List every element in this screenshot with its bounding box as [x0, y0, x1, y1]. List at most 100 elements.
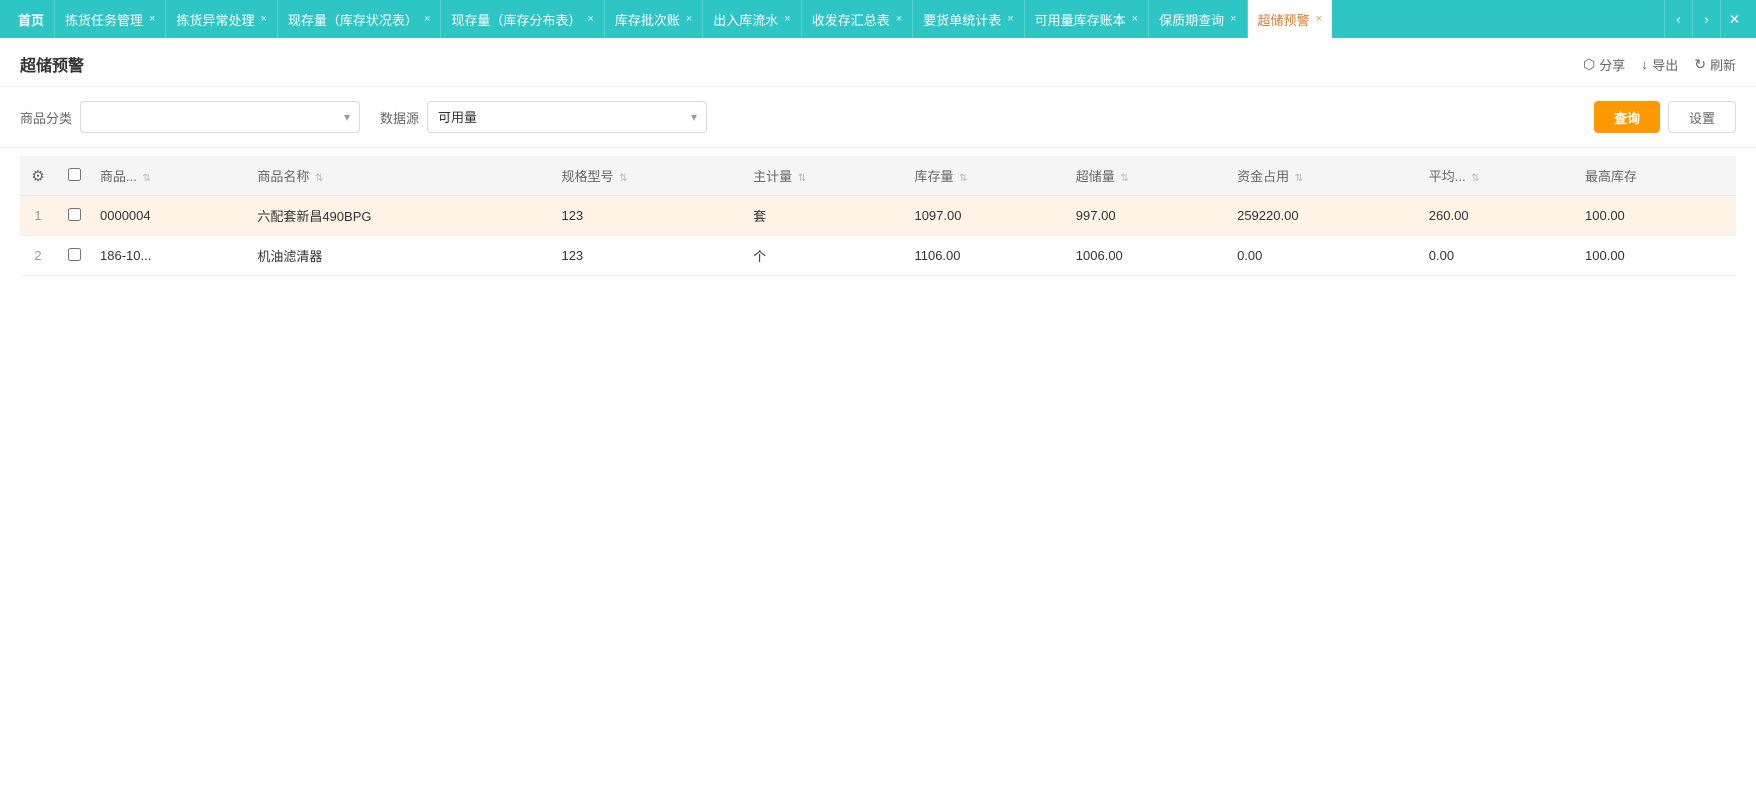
sort-unit-icon: ⇅: [798, 173, 806, 184]
tab-inventory-dist-label: 现存量（库存分布表）: [451, 10, 581, 29]
nav-next-button[interactable]: ›: [1692, 0, 1720, 38]
category-filter-group: 商品分类: [20, 101, 360, 133]
col-unit-label: 主计量: [753, 169, 792, 184]
row-checkbox-0[interactable]: [56, 196, 92, 236]
close-expiry-query[interactable]: ×: [1230, 13, 1236, 25]
category-select-wrapper: [80, 101, 360, 133]
tab-expiry-query[interactable]: 保质期查询 ×: [1149, 0, 1247, 38]
close-available-book[interactable]: ×: [1132, 13, 1138, 25]
share-button[interactable]: ⬡ 分享: [1583, 55, 1625, 74]
cell-spec-1: 123: [553, 236, 745, 276]
col-capital[interactable]: 资金占用 ⇅: [1229, 156, 1421, 196]
refresh-icon: ↻: [1694, 56, 1706, 73]
page-header: 超储预警 ⬡ 分享 ↓ 导出 ↻ 刷新: [0, 38, 1756, 87]
close-batch-account[interactable]: ×: [686, 13, 692, 25]
tab-available-book-label: 可用量库存账本: [1035, 10, 1126, 29]
data-table: ⚙ 商品... ⇅ 商品名称 ⇅ 规格型号 ⇅: [20, 156, 1736, 276]
refresh-button[interactable]: ↻ 刷新: [1694, 55, 1736, 74]
row-select-0[interactable]: [68, 208, 81, 221]
cell-average-1: 0.00: [1421, 236, 1577, 276]
cell-average-0: 260.00: [1421, 196, 1577, 236]
setting-button[interactable]: 设置: [1668, 101, 1736, 133]
sort-stock-icon: ⇅: [959, 173, 967, 184]
nav-close-button[interactable]: ✕: [1720, 0, 1748, 38]
col-product-name[interactable]: 商品名称 ⇅: [249, 156, 553, 196]
datasource-label: 数据源: [380, 108, 419, 127]
tab-home-label: 首页: [18, 10, 44, 29]
page-title: 超储预警: [20, 52, 84, 76]
col-spec-label: 规格型号: [561, 169, 613, 184]
tab-summary[interactable]: 收发存汇总表 ×: [802, 0, 913, 38]
cell-capital-1: 0.00: [1229, 236, 1421, 276]
cell-max-stock-1: 100.00: [1577, 236, 1736, 276]
col-average[interactable]: 平均... ⇅: [1421, 156, 1577, 196]
tab-summary-label: 收发存汇总表: [812, 10, 890, 29]
close-order-stat[interactable]: ×: [1007, 13, 1013, 25]
tab-inventory-status-label: 现存量（库存状况表）: [288, 10, 418, 29]
datasource-filter-group: 数据源 可用量 库存量: [380, 101, 707, 133]
close-inventory-dist[interactable]: ×: [587, 13, 593, 25]
filter-actions: 查询 设置: [1594, 101, 1736, 133]
sort-capital-icon: ⇅: [1295, 173, 1303, 184]
tab-batch-account[interactable]: 库存批次账 ×: [605, 0, 703, 38]
col-product-code-label: 商品...: [100, 169, 137, 184]
col-product-code[interactable]: 商品... ⇅: [92, 156, 249, 196]
tab-available-book[interactable]: 可用量库存账本 ×: [1025, 0, 1149, 38]
col-overstock[interactable]: 超储量 ⇅: [1068, 156, 1229, 196]
select-all-checkbox[interactable]: [68, 168, 81, 181]
sort-average-icon: ⇅: [1471, 173, 1479, 184]
col-stock[interactable]: 库存量 ⇅: [906, 156, 1067, 196]
export-icon: ↓: [1641, 56, 1648, 72]
tab-order-stat[interactable]: 要货单统计表 ×: [913, 0, 1024, 38]
sort-product-code-icon: ⇅: [142, 173, 150, 184]
col-max-stock[interactable]: 最高库存: [1577, 156, 1736, 196]
table-row: 2 186-10... 机油滤清器 123 个 1106.00 1006.00 …: [20, 236, 1736, 276]
row-checkbox-1[interactable]: [56, 236, 92, 276]
tab-inout-flow-label: 出入库流水: [713, 10, 778, 29]
table-row: 1 0000004 六配套新昌490BPG 123 套 1097.00 997.…: [20, 196, 1736, 236]
table-gear-icon[interactable]: ⚙: [31, 168, 44, 185]
cell-overstock-1: 1006.00: [1068, 236, 1229, 276]
cell-product-code-1: 186-10...: [92, 236, 249, 276]
cell-max-stock-0: 100.00: [1577, 196, 1736, 236]
category-select[interactable]: [80, 101, 360, 133]
col-product-name-label: 商品名称: [257, 169, 309, 184]
close-inventory-status[interactable]: ×: [424, 13, 430, 25]
close-summary[interactable]: ×: [896, 13, 902, 25]
share-icon: ⬡: [1583, 56, 1595, 73]
cell-product-name-1: 机油滤清器: [249, 236, 553, 276]
close-inout-flow[interactable]: ×: [784, 13, 790, 25]
col-capital-label: 资金占用: [1237, 169, 1289, 184]
tab-over-storage-label: 超储预警: [1258, 10, 1310, 29]
tab-over-storage[interactable]: 超储预警 ×: [1248, 0, 1332, 38]
export-button[interactable]: ↓ 导出: [1641, 55, 1678, 74]
col-overstock-label: 超储量: [1076, 169, 1115, 184]
datasource-select[interactable]: 可用量 库存量: [427, 101, 707, 133]
row-select-1[interactable]: [68, 248, 81, 261]
close-over-storage[interactable]: ×: [1316, 13, 1322, 25]
tab-home[interactable]: 首页: [8, 0, 55, 38]
filter-bar: 商品分类 数据源 可用量 库存量 查询 设置: [0, 87, 1756, 148]
col-unit[interactable]: 主计量 ⇅: [745, 156, 906, 196]
cell-product-code-0: 0000004: [92, 196, 249, 236]
tab-picking-task[interactable]: 拣货任务管理 ×: [55, 0, 166, 38]
cell-unit-1: 个: [745, 236, 906, 276]
tab-inout-flow[interactable]: 出入库流水 ×: [703, 0, 801, 38]
nav-prev-button[interactable]: ‹: [1664, 0, 1692, 38]
tab-batch-account-label: 库存批次账: [615, 10, 680, 29]
col-spec[interactable]: 规格型号 ⇅: [553, 156, 745, 196]
table-body: 1 0000004 六配套新昌490BPG 123 套 1097.00 997.…: [20, 196, 1736, 276]
cell-product-name-0: 六配套新昌490BPG: [249, 196, 553, 236]
cell-stock-0: 1097.00: [906, 196, 1067, 236]
col-settings: ⚙: [20, 156, 56, 196]
tab-inventory-status[interactable]: 现存量（库存状况表） ×: [278, 0, 441, 38]
sort-product-name-icon: ⇅: [315, 173, 323, 184]
col-max-stock-label: 最高库存: [1585, 169, 1637, 184]
category-label: 商品分类: [20, 108, 72, 127]
sort-overstock-icon: ⇅: [1120, 173, 1128, 184]
tab-inventory-dist[interactable]: 现存量（库存分布表） ×: [441, 0, 604, 38]
tab-picking-exception[interactable]: 拣货异常处理 ×: [166, 0, 277, 38]
query-button[interactable]: 查询: [1594, 101, 1660, 133]
close-picking-task[interactable]: ×: [149, 13, 155, 25]
close-picking-exception[interactable]: ×: [260, 13, 266, 25]
